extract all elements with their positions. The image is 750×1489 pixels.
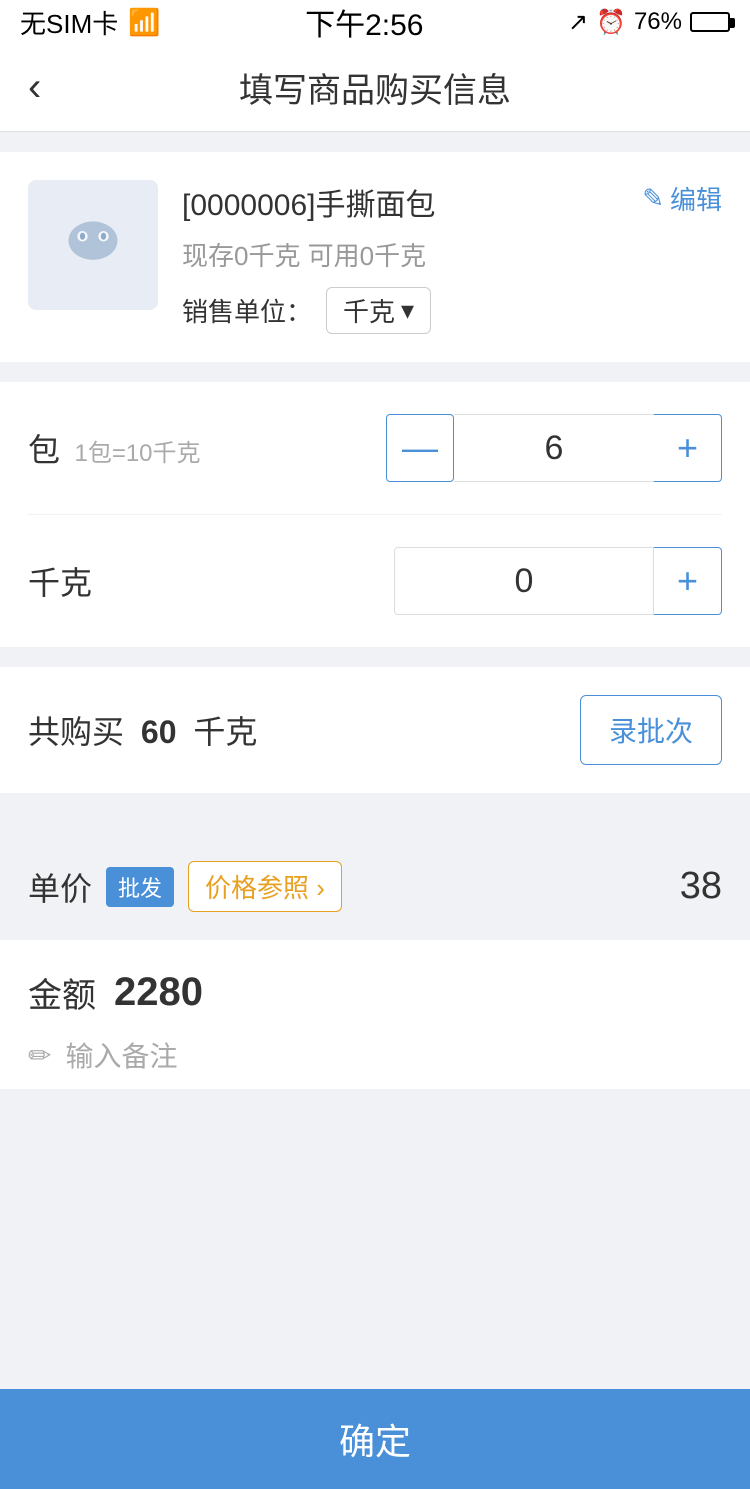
price-left: 单价 批发 价格参照 ›	[28, 861, 342, 912]
amount-section: 金额 2280 ✏ 输入备注	[0, 940, 750, 1089]
kg-quantity-controls: +	[394, 547, 722, 615]
total-label: 共购买	[28, 714, 124, 750]
kg-quantity-row: 千克 +	[28, 515, 722, 647]
amount-value: 2280	[114, 970, 203, 1015]
batch-button[interactable]: 录批次	[580, 695, 722, 765]
kg-plus-button[interactable]: +	[654, 547, 722, 615]
status-right: ↗ ⏰ 76%	[568, 8, 730, 37]
total-section: 共购买 60 千克 录批次	[0, 667, 750, 793]
section-divider-2	[0, 793, 750, 813]
edit-icon: ✎	[642, 183, 664, 214]
unit-select[interactable]: 千克 ▾	[326, 287, 431, 334]
product-name: [0000006]手撕面包	[182, 180, 722, 224]
product-info: [0000006]手撕面包 现存0千克 可用0千克 销售单位： 千克 ▾	[182, 180, 722, 334]
price-label: 单价	[28, 864, 92, 910]
bag-label-group: 包 1包=10千克	[28, 425, 201, 471]
product-image	[28, 180, 158, 310]
product-unit-row: 销售单位： 千克 ▾	[182, 287, 722, 334]
kg-label-group: 千克	[28, 558, 92, 604]
price-value: 38	[680, 865, 722, 908]
status-bar: 无SIM卡 📶 下午2:56 ↗ ⏰ 76%	[0, 0, 750, 44]
bag-plus-button[interactable]: +	[654, 414, 722, 482]
chevron-down-icon: ▾	[401, 295, 414, 326]
product-stock: 现存0千克 可用0千克	[182, 236, 722, 273]
empty-space	[0, 1089, 750, 1389]
alarm-icon: ⏰	[596, 8, 626, 37]
bag-sublabel: 1包=10千克	[74, 440, 200, 467]
plus-icon-2: +	[677, 560, 698, 602]
confirm-button[interactable]: 确定	[0, 1389, 750, 1489]
confirm-label: 确定	[339, 1413, 411, 1465]
total-unit: 千克	[193, 714, 257, 750]
carrier-text: 无SIM卡	[20, 4, 118, 41]
page-title: 填写商品购买信息	[239, 63, 511, 112]
bag-quantity-controls: — +	[386, 414, 722, 482]
plus-icon: +	[677, 427, 698, 469]
location-icon: ↗	[568, 8, 588, 37]
minus-icon: —	[402, 427, 438, 469]
section-divider-1	[0, 362, 750, 382]
price-tag: 批发	[106, 867, 174, 907]
product-logo-icon	[58, 210, 128, 280]
total-text: 共购买 60 千克	[28, 707, 257, 753]
price-ref-button[interactable]: 价格参照 ›	[188, 861, 342, 912]
wifi-icon: 📶	[128, 7, 160, 38]
kg-label: 千克	[28, 565, 92, 601]
amount-label: 金额	[28, 968, 96, 1017]
battery-percent: 76%	[634, 8, 682, 36]
status-left: 无SIM卡 📶	[20, 4, 161, 41]
remark-placeholder: 输入备注	[65, 1035, 177, 1075]
bag-minus-button[interactable]: —	[386, 414, 454, 482]
product-card: [0000006]手撕面包 现存0千克 可用0千克 销售单位： 千克 ▾ ✎ 编…	[0, 152, 750, 362]
unit-label: 销售单位：	[182, 292, 312, 329]
nav-bar: ‹ 填写商品购买信息	[0, 44, 750, 132]
price-row: 单价 批发 价格参照 › 38	[28, 861, 722, 912]
edit-button[interactable]: ✎ 编辑	[642, 180, 722, 217]
bag-quantity-row: 包 1包=10千克 — +	[28, 382, 722, 515]
edit-label: 编辑	[670, 180, 722, 217]
status-time: 下午2:56	[305, 0, 423, 44]
battery-icon	[690, 12, 730, 32]
kg-quantity-input[interactable]	[394, 547, 654, 615]
bag-label: 包	[28, 432, 60, 468]
back-button[interactable]: ‹	[28, 65, 41, 110]
remark-row[interactable]: ✏ 输入备注	[28, 1035, 722, 1075]
unit-value: 千克	[343, 292, 395, 329]
amount-row: 金额 2280	[28, 968, 722, 1017]
price-section: 单价 批发 价格参照 › 38	[0, 833, 750, 940]
quantity-section: 包 1包=10千克 — + 千克 +	[0, 382, 750, 647]
total-value: 60	[141, 714, 177, 750]
pencil-icon: ✏	[28, 1039, 51, 1072]
bag-quantity-input[interactable]	[454, 414, 654, 482]
